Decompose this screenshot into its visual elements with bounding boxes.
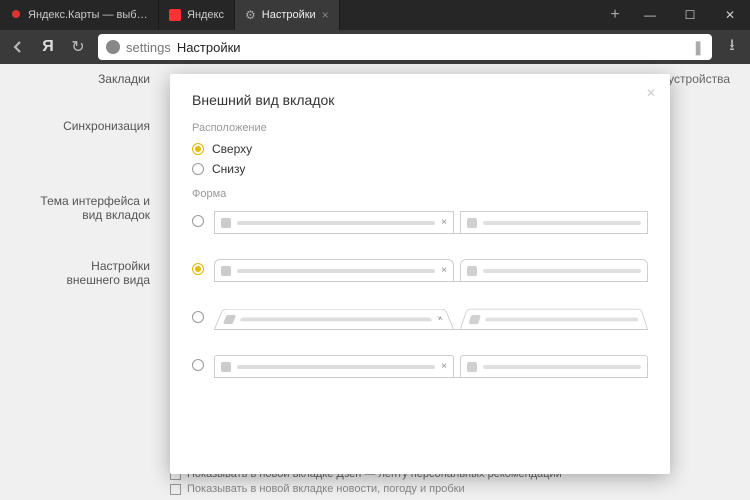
reload-button[interactable]: ↻ [68,37,88,57]
shape-option-0[interactable]: × [192,208,648,234]
sidebar-item-sync[interactable]: Синхронизация [40,119,150,133]
yandex-home-button[interactable]: Я [38,38,58,56]
browser-tab-yandex[interactable]: Яндекс [159,0,235,30]
close-icon: × [436,314,446,324]
downloads-button[interactable]: ⭳ [722,34,742,61]
checkbox-icon [170,484,181,495]
site-icon [106,40,120,54]
browser-tab-maps[interactable]: Яндекс.Карты — выбирай [0,0,159,30]
omnibox[interactable]: settings Настройки ❚ [98,34,712,60]
modal-close-button[interactable]: ✕ [646,86,656,100]
preview-tab-active: × [214,355,454,377]
titlebar: Яндекс.Карты — выбирай Яндекс ⚙ Настройк… [0,0,750,30]
preview-tab-active: × [214,259,454,281]
close-button[interactable]: ✕ [710,0,750,30]
close-icon[interactable]: × [322,8,329,22]
shape-option-1[interactable]: × [192,256,648,282]
preview-tab-inactive [460,309,648,329]
browser-tabs: Яндекс.Карты — выбирай Яндекс ⚙ Настройк… [0,0,600,30]
map-pin-icon [10,9,22,21]
omnibox-title: Настройки [177,40,241,55]
radio-icon [192,359,204,371]
radio-icon [192,311,204,323]
tab-label: Яндекс [187,9,224,21]
browser-tab-settings[interactable]: ⚙ Настройки × [235,0,340,30]
shape-option-3[interactable]: × [192,352,648,378]
shape-preview: × [214,208,648,234]
weather-checkbox-row[interactable]: Показывать в новой вкладке новости, пого… [170,483,465,495]
close-icon: × [441,361,447,372]
maximize-button[interactable]: ☐ [670,0,710,30]
bookmark-icon[interactable]: ❚ [692,39,704,56]
preview-tab-active: × [214,211,454,233]
position-section-label: Расположение [192,122,648,134]
sidebar-item-appearance[interactable]: Настройки внешнего вида [40,259,150,287]
preview-tab-active: × [214,309,454,329]
settings-page: Закладки Синхронизация Тема интерфейса и… [0,64,750,500]
tab-appearance-modal: ✕ Внешний вид вкладок Расположение Сверх… [170,74,670,474]
gear-icon: ⚙ [245,8,256,22]
shape-preview: × [214,352,648,378]
sidebar-item-bookmarks[interactable]: Закладки [40,72,150,86]
preview-tab-inactive [460,259,648,281]
toolbar: Я ↻ settings Настройки ❚ ⭳ [0,30,750,64]
position-option-bottom[interactable]: Снизу [192,162,648,176]
close-icon: × [441,217,447,228]
shape-section-label: Форма [192,188,648,200]
back-button[interactable] [8,40,28,54]
preview-tab-inactive [460,355,648,377]
radio-icon [192,143,204,155]
sidebar-item-theme[interactable]: Тема интерфейса и вид вкладок [40,194,150,222]
omnibox-prefix: settings [126,40,171,55]
modal-title: Внешний вид вкладок [192,92,648,108]
close-icon: × [441,265,447,276]
new-tab-button[interactable]: + [600,0,630,30]
tab-label: Яндекс.Карты — выбирай [28,9,148,21]
shape-option-2[interactable]: × [192,304,648,330]
weather-label: Показывать в новой вкладке новости, пого… [187,483,465,495]
minimize-button[interactable]: ― [630,0,670,30]
radio-label: Снизу [212,162,245,176]
yandex-icon [169,9,181,21]
radio-icon [192,215,204,227]
radio-icon [192,263,204,275]
tab-label: Настройки [262,9,316,21]
radio-label: Сверху [212,142,252,156]
shape-preview: × [214,304,648,330]
preview-tab-inactive [460,211,648,233]
shape-preview: × [214,256,648,282]
radio-icon [192,163,204,175]
position-option-top[interactable]: Сверху [192,142,648,156]
window-controls: ― ☐ ✕ [630,0,750,30]
